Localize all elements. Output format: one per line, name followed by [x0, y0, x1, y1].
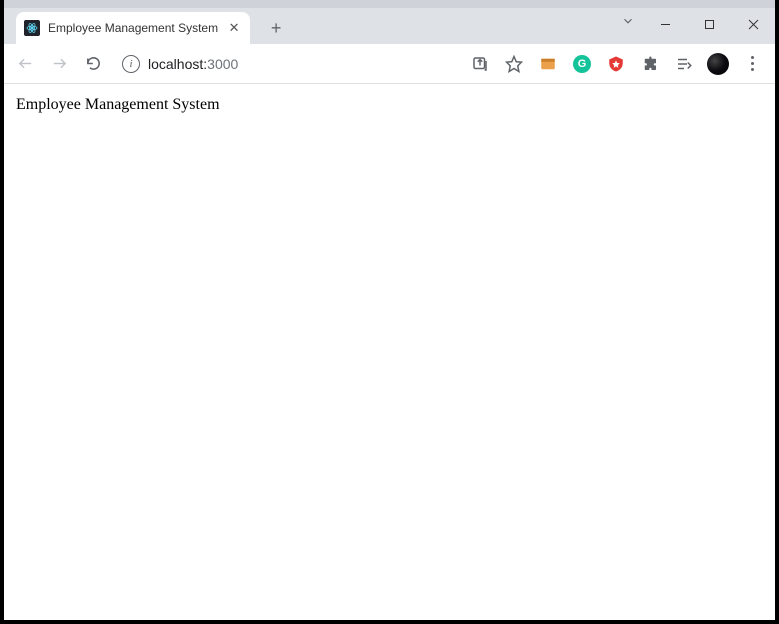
- window-close-button[interactable]: [731, 8, 775, 40]
- minimize-button[interactable]: [643, 8, 687, 40]
- url-host: localhost:: [148, 56, 207, 72]
- tab-strip: Employee Management System ✕ +: [4, 8, 775, 44]
- browser-toolbar: i localhost:3000 G: [4, 44, 775, 84]
- toolbar-icons: G: [467, 51, 769, 77]
- window-titlebar: [4, 0, 775, 8]
- extensions-puzzle-icon[interactable]: [637, 51, 663, 77]
- extension-screenshot-icon[interactable]: [535, 51, 561, 77]
- close-tab-button[interactable]: ✕: [226, 20, 242, 36]
- page-content: Employee Management System: [4, 84, 775, 620]
- react-favicon: [24, 20, 40, 36]
- page-heading: Employee Management System: [16, 96, 763, 114]
- browser-tab-active[interactable]: Employee Management System ✕: [16, 12, 250, 44]
- address-bar[interactable]: i localhost:3000: [112, 49, 463, 79]
- browser-window: Employee Management System ✕ +: [4, 0, 775, 620]
- url-text: localhost:3000: [148, 56, 238, 72]
- reload-button[interactable]: [78, 49, 108, 79]
- tab-title: Employee Management System: [48, 21, 218, 35]
- forward-button[interactable]: [44, 49, 74, 79]
- share-icon[interactable]: [467, 51, 493, 77]
- site-info-icon[interactable]: i: [122, 55, 140, 73]
- tab-search-icon[interactable]: [621, 14, 635, 33]
- maximize-button[interactable]: [687, 8, 731, 40]
- reading-list-icon[interactable]: [671, 51, 697, 77]
- extension-adblock-icon[interactable]: [603, 51, 629, 77]
- window-controls: [643, 8, 775, 40]
- url-port: 3000: [207, 56, 238, 72]
- profile-avatar[interactable]: [705, 51, 731, 77]
- menu-button[interactable]: [739, 51, 765, 77]
- back-button[interactable]: [10, 49, 40, 79]
- new-tab-button[interactable]: +: [262, 14, 290, 42]
- bookmark-star-icon[interactable]: [501, 51, 527, 77]
- extension-grammarly-icon[interactable]: G: [569, 51, 595, 77]
